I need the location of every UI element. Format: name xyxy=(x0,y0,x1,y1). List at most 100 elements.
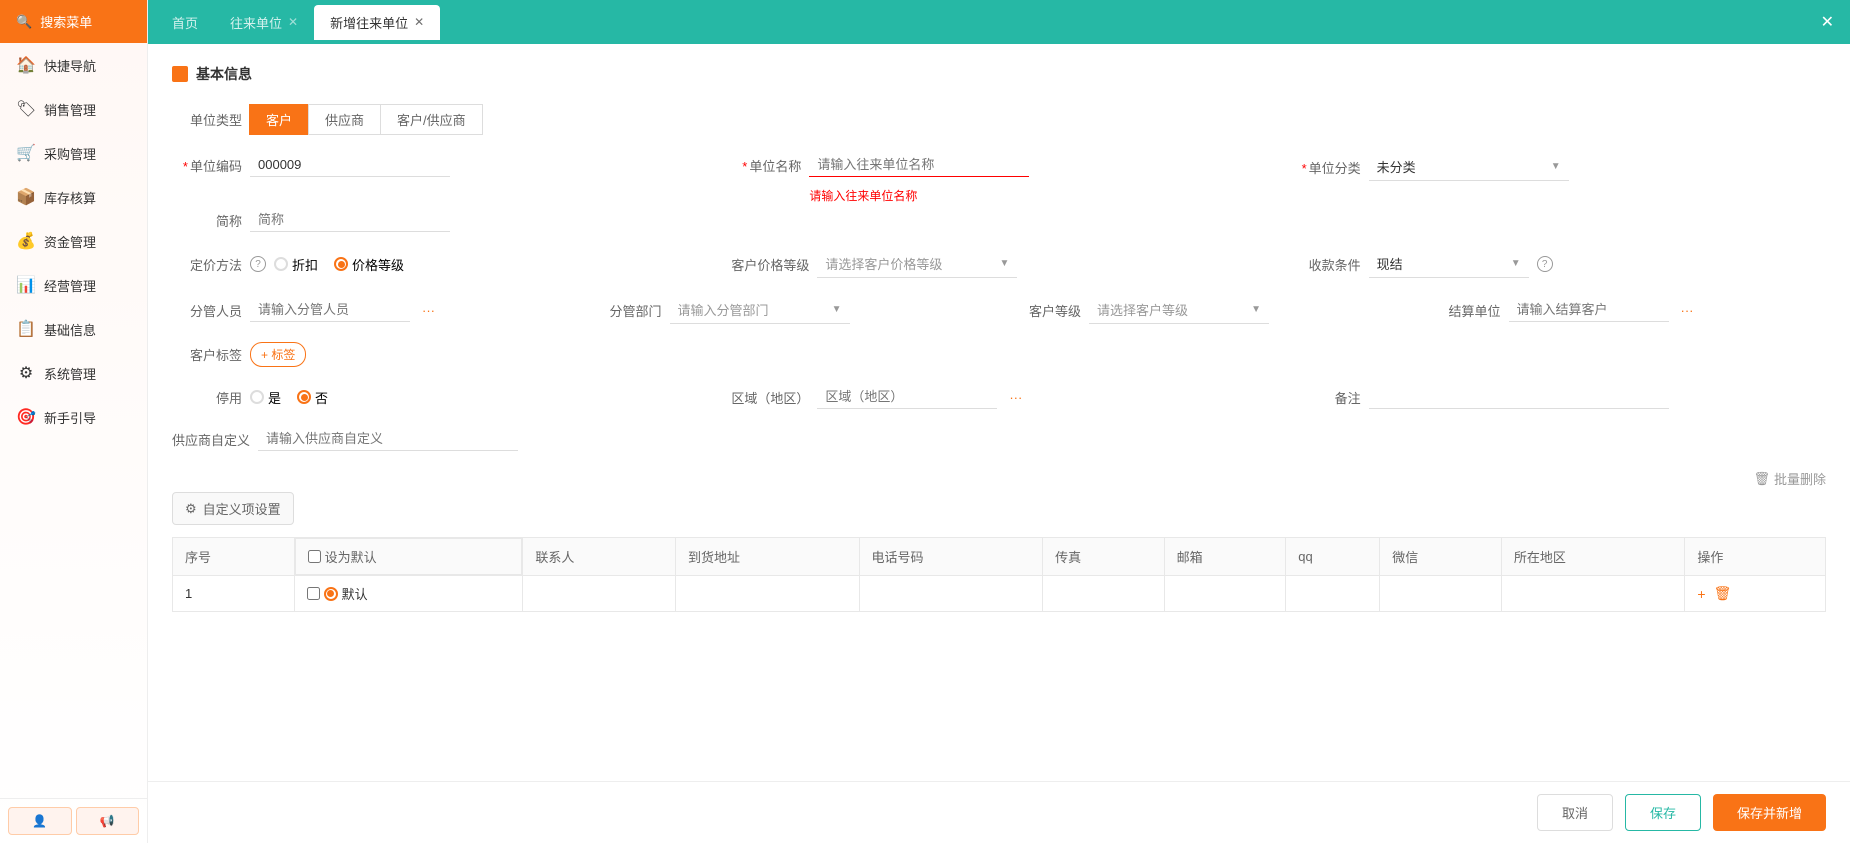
tab-new-partner-close[interactable]: ✕ xyxy=(414,15,424,29)
sidebar-search-label: 搜索菜单 xyxy=(40,12,92,31)
unit-name-input[interactable] xyxy=(809,153,1029,177)
btn-type-supplier[interactable]: 供应商 xyxy=(308,104,381,135)
sidebar-item-inventory[interactable]: 📦 库存核算 xyxy=(0,175,147,219)
col-contact: 联系人 xyxy=(523,538,676,576)
radio-no[interactable]: 否 xyxy=(297,388,328,407)
sidebar-item-label: 销售管理 xyxy=(44,100,96,119)
customer-price-level-select[interactable]: 请选择客户价格等级 ▼ xyxy=(817,250,1017,278)
radio-yes-label: 是 xyxy=(268,388,281,407)
cell-default: 默认 xyxy=(294,576,523,612)
guide-icon: 🎯 xyxy=(16,407,36,427)
custom-settings-btn[interactable]: ⚙ 自定义项设置 xyxy=(172,492,294,525)
col-seq: 序号 xyxy=(173,538,295,576)
radio-discount[interactable]: 折扣 xyxy=(274,255,318,274)
customer-level-select[interactable]: 请选择客户等级 ▼ xyxy=(1089,296,1269,324)
unit-code-input[interactable] xyxy=(250,153,450,177)
sidebar-item-quick-nav[interactable]: 🏠 快捷导航 xyxy=(0,43,147,87)
batch-delete-label: 批量删除 xyxy=(1774,469,1826,488)
customer-price-level-label: 客户价格等级 xyxy=(731,255,809,274)
unit-code-label: 单位编码 xyxy=(172,156,242,175)
user-btn[interactable]: 👤 xyxy=(8,807,72,835)
unit-category-value: 未分类 xyxy=(1377,157,1551,176)
radio-circle-discount xyxy=(274,257,288,271)
tab-home[interactable]: 首页 xyxy=(156,5,214,40)
region-more-btn[interactable]: ··· xyxy=(1005,390,1026,405)
pricing-help-icon[interactable]: ? xyxy=(250,256,266,272)
sidebar-search[interactable]: 🔍 搜索菜单 xyxy=(0,0,147,43)
cancel-button[interactable]: 取消 xyxy=(1537,794,1613,831)
cell-email xyxy=(1164,576,1286,612)
box-icon: 📦 xyxy=(16,187,36,207)
pricing-method-label: 定价方法 xyxy=(172,255,242,274)
row-default-label: 默认 xyxy=(342,584,368,603)
customer-level-placeholder: 请选择客户等级 xyxy=(1097,300,1251,319)
remark-input[interactable] xyxy=(1369,385,1669,409)
supplier-custom-field: 供应商自定义 xyxy=(172,427,1826,451)
region-label: 区域（地区） xyxy=(731,388,809,407)
notification-btn[interactable]: 📢 xyxy=(76,807,140,835)
sidebar-item-sales[interactable]: 🏷 销售管理 xyxy=(0,87,147,131)
unit-category-select[interactable]: 未分类 ▼ xyxy=(1369,153,1569,181)
radio-yes[interactable]: 是 xyxy=(250,388,281,407)
cell-wechat xyxy=(1380,576,1502,612)
payment-terms-select[interactable]: 现结 ▼ xyxy=(1369,250,1529,278)
unit-code-field: 单位编码 xyxy=(172,153,707,177)
department-field: 分管部门 请输入分管部门 ▼ xyxy=(592,296,988,324)
radio-circle-price-level xyxy=(334,257,348,271)
payment-terms-value: 现结 xyxy=(1377,254,1511,273)
sidebar-item-guide[interactable]: 🎯 新手引导 xyxy=(0,395,147,439)
sidebar-item-label: 新手引导 xyxy=(44,408,96,427)
btn-type-customer[interactable]: 客户 xyxy=(249,104,309,135)
sidebar-item-operations[interactable]: 📊 经营管理 xyxy=(0,263,147,307)
settlement-unit-more-btn[interactable]: ··· xyxy=(1677,303,1698,318)
sidebar-item-purchase[interactable]: 🛒 采购管理 xyxy=(0,131,147,175)
payment-terms-label: 收款条件 xyxy=(1291,255,1361,274)
region-input[interactable] xyxy=(817,385,997,409)
col-default-checkbox[interactable] xyxy=(308,550,321,563)
payment-terms-help-icon[interactable]: ? xyxy=(1537,256,1553,272)
sidebar: 🔍 搜索菜单 🏠 快捷导航 🏷 销售管理 🛒 采购管理 📦 库存核算 💰 资金管… xyxy=(0,0,148,843)
contacts-table: 序号 设为默认 联系人 到货地址 电话号码 传真 邮箱 qq 微信 所在地区 操… xyxy=(172,537,1826,612)
sidebar-item-finance[interactable]: 💰 资金管理 xyxy=(0,219,147,263)
custom-settings-label: 自定义项设置 xyxy=(203,499,281,518)
tab-new-partner-label: 新增往来单位 xyxy=(330,13,408,32)
chevron-down-icon5: ▼ xyxy=(1251,304,1261,315)
sidebar-item-system[interactable]: ⚙ 系统管理 xyxy=(0,351,147,395)
row-delete-btn[interactable]: 🗑 xyxy=(1714,585,1732,602)
unit-name-label: 单位名称 xyxy=(731,156,801,175)
batch-delete-btn[interactable]: 🗑 批量删除 xyxy=(1753,469,1826,488)
unit-name-field: 单位名称 请输入往来单位名称 xyxy=(731,153,1266,204)
settlement-unit-label: 结算单位 xyxy=(1431,301,1501,320)
short-name-input[interactable] xyxy=(250,208,450,232)
manager-input[interactable] xyxy=(250,298,410,322)
row-default-radio[interactable]: 默认 xyxy=(324,584,368,603)
trash-icon: 🗑 xyxy=(1753,471,1770,487)
row-add-btn[interactable]: + xyxy=(1697,586,1705,602)
region-field: 区域（地区） ··· xyxy=(731,385,1266,409)
settlement-unit-input[interactable] xyxy=(1509,298,1669,322)
chevron-down-icon2: ▼ xyxy=(999,258,1009,269)
sidebar-item-basics[interactable]: 📋 基础信息 xyxy=(0,307,147,351)
department-select[interactable]: 请输入分管部门 ▼ xyxy=(670,296,850,324)
customer-tag-label: 客户标签 xyxy=(172,345,242,364)
tab-partners[interactable]: 往来单位 ✕ xyxy=(214,5,314,40)
save-button[interactable]: 保存 xyxy=(1625,794,1701,831)
unit-category-label: 单位分类 xyxy=(1291,158,1361,177)
cell-seq: 1 xyxy=(173,576,295,612)
manager-more-btn[interactable]: ··· xyxy=(418,303,439,318)
supplier-custom-input[interactable] xyxy=(258,427,518,451)
save-new-button[interactable]: 保存并新增 xyxy=(1713,794,1826,831)
col-region: 所在地区 xyxy=(1501,538,1685,576)
tab-partners-close[interactable]: ✕ xyxy=(288,15,298,29)
close-all-btn[interactable]: ✕ xyxy=(1813,8,1842,36)
tab-new-partner[interactable]: 新增往来单位 ✕ xyxy=(314,5,440,40)
tag-add-button[interactable]: + 标签 xyxy=(250,342,306,367)
tab-bar: 首页 往来单位 ✕ 新增往来单位 ✕ ✕ xyxy=(148,0,1850,44)
radio-price-level[interactable]: 价格等级 xyxy=(334,255,404,274)
manager-label: 分管人员 xyxy=(172,301,242,320)
payment-terms-field: 收款条件 现结 ▼ ? xyxy=(1291,250,1826,278)
pricing-radio-group: 折扣 价格等级 xyxy=(274,255,404,274)
btn-type-both[interactable]: 客户/供应商 xyxy=(380,104,483,135)
home-icon: 🏠 xyxy=(16,55,36,75)
row-checkbox[interactable] xyxy=(307,587,320,600)
